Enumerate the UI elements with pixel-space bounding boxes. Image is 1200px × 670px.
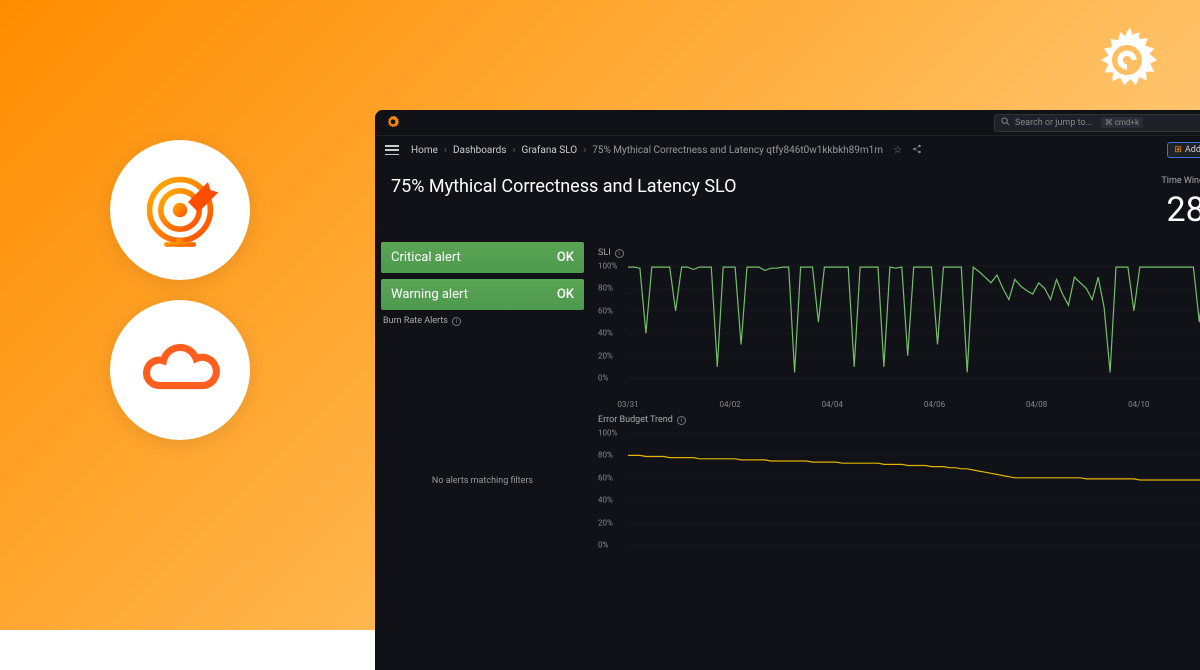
info-icon[interactable]: i: [452, 317, 461, 326]
burn-rate-header: Burn Rate Alerts i: [383, 316, 584, 326]
search-input[interactable]: Search or jump to... ⌘ cmd+k: [994, 114, 1200, 132]
sli-header: SLI i: [598, 248, 1200, 258]
time-window-panel: Time Windowi 28d: [1161, 176, 1200, 230]
critical-alert-panel[interactable]: Critical alert OK: [381, 242, 584, 273]
dashboard-window: Search or jump to... ⌘ cmd+k 🕮 Home › Da…: [375, 110, 1200, 670]
menu-icon[interactable]: [385, 145, 399, 155]
page-title: 75% Mythical Correctness and Latency SLO: [391, 176, 737, 197]
grafana-logo-icon: [1092, 28, 1162, 107]
top-bar: Search or jump to... ⌘ cmd+k 🕮: [375, 110, 1200, 136]
status-badge: OK: [557, 287, 574, 302]
search-shortcut: ⌘ cmd+k: [1101, 117, 1143, 128]
add-button[interactable]: ⊞ Add ▾: [1167, 142, 1200, 158]
warning-alert-panel[interactable]: Warning alert OK: [381, 279, 584, 310]
error-budget-chart[interactable]: 0%20%40%60%80%100%: [596, 429, 1200, 574]
error-budget-header: Error Budget Trend i: [598, 415, 1200, 425]
breadcrumb: Home › Dashboards › Grafana SLO › 75% My…: [375, 136, 1200, 164]
info-icon[interactable]: i: [615, 249, 624, 258]
search-placeholder: Search or jump to...: [1015, 118, 1093, 128]
crumb-home[interactable]: Home: [411, 145, 438, 156]
target-badge-icon: [110, 140, 250, 280]
cloud-badge-icon: [110, 300, 250, 440]
search-icon: [1001, 117, 1010, 129]
panel-icon: ⊞: [1174, 145, 1182, 155]
share-icon[interactable]: [912, 144, 922, 157]
info-icon[interactable]: i: [677, 416, 686, 425]
status-badge: OK: [557, 250, 574, 265]
crumb-slo[interactable]: Grafana SLO: [521, 145, 577, 156]
grafana-icon[interactable]: [385, 115, 401, 131]
crumb-current: 75% Mythical Correctness and Latency qtf…: [592, 145, 883, 156]
sli-chart[interactable]: 0%20%40%60%80%100%03/3104/0204/0404/0604…: [596, 262, 1200, 407]
crumb-dashboards[interactable]: Dashboards: [453, 145, 507, 156]
time-window-value: 28d: [1161, 190, 1200, 230]
star-icon[interactable]: ☆: [893, 145, 902, 156]
empty-state: No alerts matching filters: [381, 476, 584, 486]
